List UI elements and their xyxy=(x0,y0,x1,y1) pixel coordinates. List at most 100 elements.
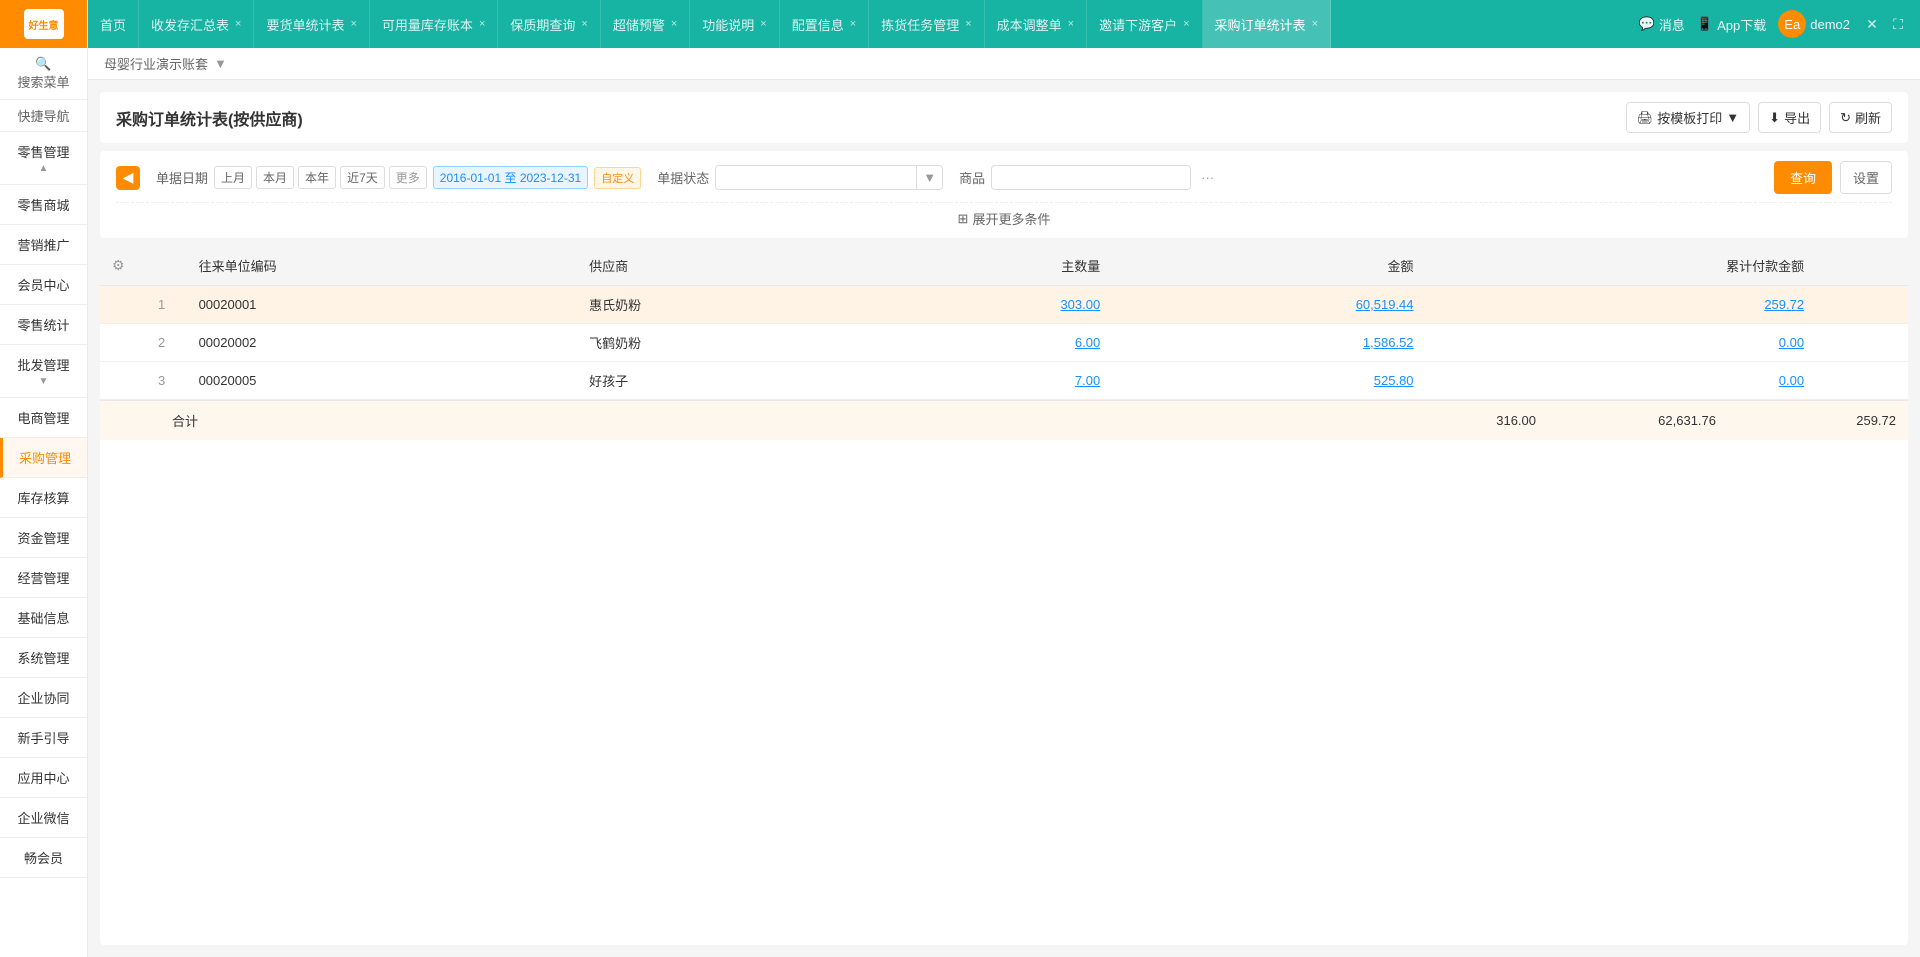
tab-label: 配置信息 xyxy=(792,15,844,34)
row-paid[interactable]: 0.00 xyxy=(1426,362,1817,400)
sidebar-search[interactable]: 🔍 搜索菜单 xyxy=(0,48,87,100)
tab-invite-downstream[interactable]: 邀请下游客户× xyxy=(1087,0,1202,48)
tab-close-icon[interactable]: × xyxy=(1068,18,1074,30)
status-input[interactable] xyxy=(716,166,916,189)
filter-collapse-button[interactable]: ◀ xyxy=(116,166,140,190)
row-amount[interactable]: 525.80 xyxy=(1112,362,1425,400)
sidebar-item-retail[interactable]: 零售管理 ▲ xyxy=(0,132,87,185)
row-quantity[interactable]: 6.00 xyxy=(868,324,1112,362)
tab-close-icon[interactable]: × xyxy=(671,18,677,30)
status-dropdown-icon[interactable]: ▼ xyxy=(916,166,942,189)
row-amount[interactable]: 1,586.52 xyxy=(1112,324,1425,362)
this-year-btn[interactable]: 本年 xyxy=(298,166,336,189)
tab-close-icon[interactable]: × xyxy=(1183,18,1189,30)
main-area: 首页收发存汇总表×要货单统计表×可用量库存账本×保质期查询×超储预警×功能说明×… xyxy=(88,0,1920,957)
quick-nav[interactable]: 快捷导航 xyxy=(0,100,87,132)
row-partner-code: 00020001 xyxy=(187,286,578,324)
sidebar-item-label: 零售管理 xyxy=(17,142,69,161)
sidebar-item-enterprise-wx[interactable]: 企业微信 xyxy=(0,798,87,838)
search-label[interactable]: 搜索菜单 xyxy=(6,72,81,91)
company-bar[interactable]: 母婴行业演示账套 ▼ xyxy=(88,48,1920,80)
sidebar-item-retail-stats[interactable]: 零售统计 xyxy=(0,305,87,345)
sidebar-item-system[interactable]: 系统管理 xyxy=(0,638,87,678)
tab-close-icon[interactable]: × xyxy=(1312,18,1318,30)
tab-label: 可用量库存账本 xyxy=(382,15,473,34)
tab-available-inventory[interactable]: 可用量库存账本 × xyxy=(370,0,498,48)
tab-label: 采购订单统计表 xyxy=(1215,15,1306,34)
message-btn[interactable]: 💬 消息 xyxy=(1639,15,1685,34)
content-area: 采购订单统计表(按供应商) 🖨 按模板打印 ▼ ⬇ 导出 ↻ 刷新 xyxy=(88,80,1920,957)
tab-label: 功能说明 xyxy=(702,15,754,34)
tab-close-icon[interactable]: × xyxy=(581,18,587,30)
last-month-btn[interactable]: 上月 xyxy=(214,166,252,189)
sidebar-item-label: 会员中心 xyxy=(17,275,69,294)
window-controls: ✕ ⛶ xyxy=(1862,14,1908,34)
tab-collect-summary[interactable]: 收发存汇总表× xyxy=(139,0,254,48)
footer-quantity: 316.00 xyxy=(1496,413,1536,428)
tab-expiry-query[interactable]: 保质期查询× xyxy=(498,0,600,48)
sidebar-item-purchase[interactable]: 采购管理 xyxy=(0,438,87,478)
row-amount[interactable]: 60,519.44 xyxy=(1112,286,1425,324)
table-row: 3 00020005 好孩子 7.00 525.80 0.00 xyxy=(100,362,1908,400)
tab-close-icon[interactable]: × xyxy=(760,18,766,30)
user-menu[interactable]: Ea demo2 xyxy=(1778,10,1850,38)
sidebar-item-finance[interactable]: 资金管理 xyxy=(0,518,87,558)
sidebar-item-inventory[interactable]: 库存核算 xyxy=(0,478,87,518)
sidebar-item-ecommerce[interactable]: 电商管理 xyxy=(0,398,87,438)
sidebar-item-enterprise[interactable]: 企业协同 xyxy=(0,678,87,718)
product-more-icon[interactable]: ··· xyxy=(1197,170,1218,185)
sidebar-item-member2[interactable]: 畅会员 xyxy=(0,838,87,878)
sidebar-item-member[interactable]: 会员中心 xyxy=(0,265,87,305)
sidebar-item-basic[interactable]: 基础信息 xyxy=(0,598,87,638)
row-paid[interactable]: 259.72 xyxy=(1426,286,1817,324)
date-shortcuts: 上月 本月 本年 近7天 更多 xyxy=(214,166,427,189)
tab-function-desc[interactable]: 功能说明 × xyxy=(690,0,779,48)
query-button[interactable]: 查询 xyxy=(1774,161,1832,194)
export-icon: ⬇ xyxy=(1769,110,1780,126)
col-partner-code: 往来单位编码 xyxy=(187,246,578,286)
tab-picking-task[interactable]: 拣货任务管理× xyxy=(869,0,984,48)
row-quantity[interactable]: 303.00 xyxy=(868,286,1112,324)
this-month-btn[interactable]: 本月 xyxy=(256,166,294,189)
column-settings-icon[interactable]: ⚙ xyxy=(112,257,125,273)
maximize-btn[interactable]: ⛶ xyxy=(1888,14,1908,34)
sidebar-item-label: 企业协同 xyxy=(17,688,69,707)
tab-close-icon[interactable]: × xyxy=(235,18,241,30)
tab-purchase-summary[interactable]: 采购订单统计表 × xyxy=(1203,0,1331,48)
template-print-button[interactable]: 🖨 按模板打印 ▼ xyxy=(1626,102,1750,133)
refresh-button[interactable]: ↻ 刷新 xyxy=(1829,102,1892,133)
app-download-btn[interactable]: 📱 App下载 xyxy=(1697,15,1766,34)
tab-label: 首页 xyxy=(100,15,126,34)
row-partner-code: 00020005 xyxy=(187,362,578,400)
tab-cost-adjust[interactable]: 成本调整单× xyxy=(985,0,1087,48)
sidebar-item-retail-shop[interactable]: 零售商城 xyxy=(0,185,87,225)
expand-more-button[interactable]: ⊞ 展开更多条件 xyxy=(958,209,1051,228)
tab-goods-summary[interactable]: 要货单统计表× xyxy=(254,0,369,48)
sidebar-item-app-center[interactable]: 应用中心 xyxy=(0,758,87,798)
sidebar-item-marketing[interactable]: 营销推广 xyxy=(0,225,87,265)
settings-button[interactable]: 设置 xyxy=(1840,161,1892,194)
sidebar-item-wholesale[interactable]: 批发管理 ▼ xyxy=(0,345,87,398)
footer-label: 合计 xyxy=(112,411,198,430)
custom-date-badge[interactable]: 自定义 xyxy=(594,167,641,189)
tab-close-icon[interactable]: × xyxy=(479,18,485,30)
tab-close-icon[interactable]: × xyxy=(850,18,856,30)
filter-row: ◀ 单据日期 上月 本月 本年 近7天 更多 2016-01-01 至 2023… xyxy=(116,161,1892,194)
more-dates-btn[interactable]: 更多 xyxy=(389,166,427,189)
close-tab-btn[interactable]: ✕ xyxy=(1862,14,1882,34)
tab-close-icon[interactable]: × xyxy=(965,18,971,30)
row-paid[interactable]: 0.00 xyxy=(1426,324,1817,362)
last-7days-btn[interactable]: 近7天 xyxy=(340,166,385,189)
tab-close-icon[interactable]: × xyxy=(350,18,356,30)
product-input[interactable] xyxy=(991,165,1191,190)
footer-paid: 259.72 xyxy=(1856,413,1896,428)
row-quantity[interactable]: 7.00 xyxy=(868,362,1112,400)
tab-home[interactable]: 首页 xyxy=(88,0,139,48)
sidebar: 好生意 🔍 搜索菜单 快捷导航 零售管理 ▲ 零售商城 营销推广 会员中心 零售… xyxy=(0,0,88,957)
sidebar-item-newbie[interactable]: 新手引导 xyxy=(0,718,87,758)
export-button[interactable]: ⬇ 导出 xyxy=(1758,102,1821,133)
tab-overstock-warning[interactable]: 超储预警× xyxy=(601,0,690,48)
sidebar-item-operations[interactable]: 经营管理 xyxy=(0,558,87,598)
col-quantity: 主数量 xyxy=(868,246,1112,286)
tab-config-info[interactable]: 配置信息 × xyxy=(780,0,869,48)
